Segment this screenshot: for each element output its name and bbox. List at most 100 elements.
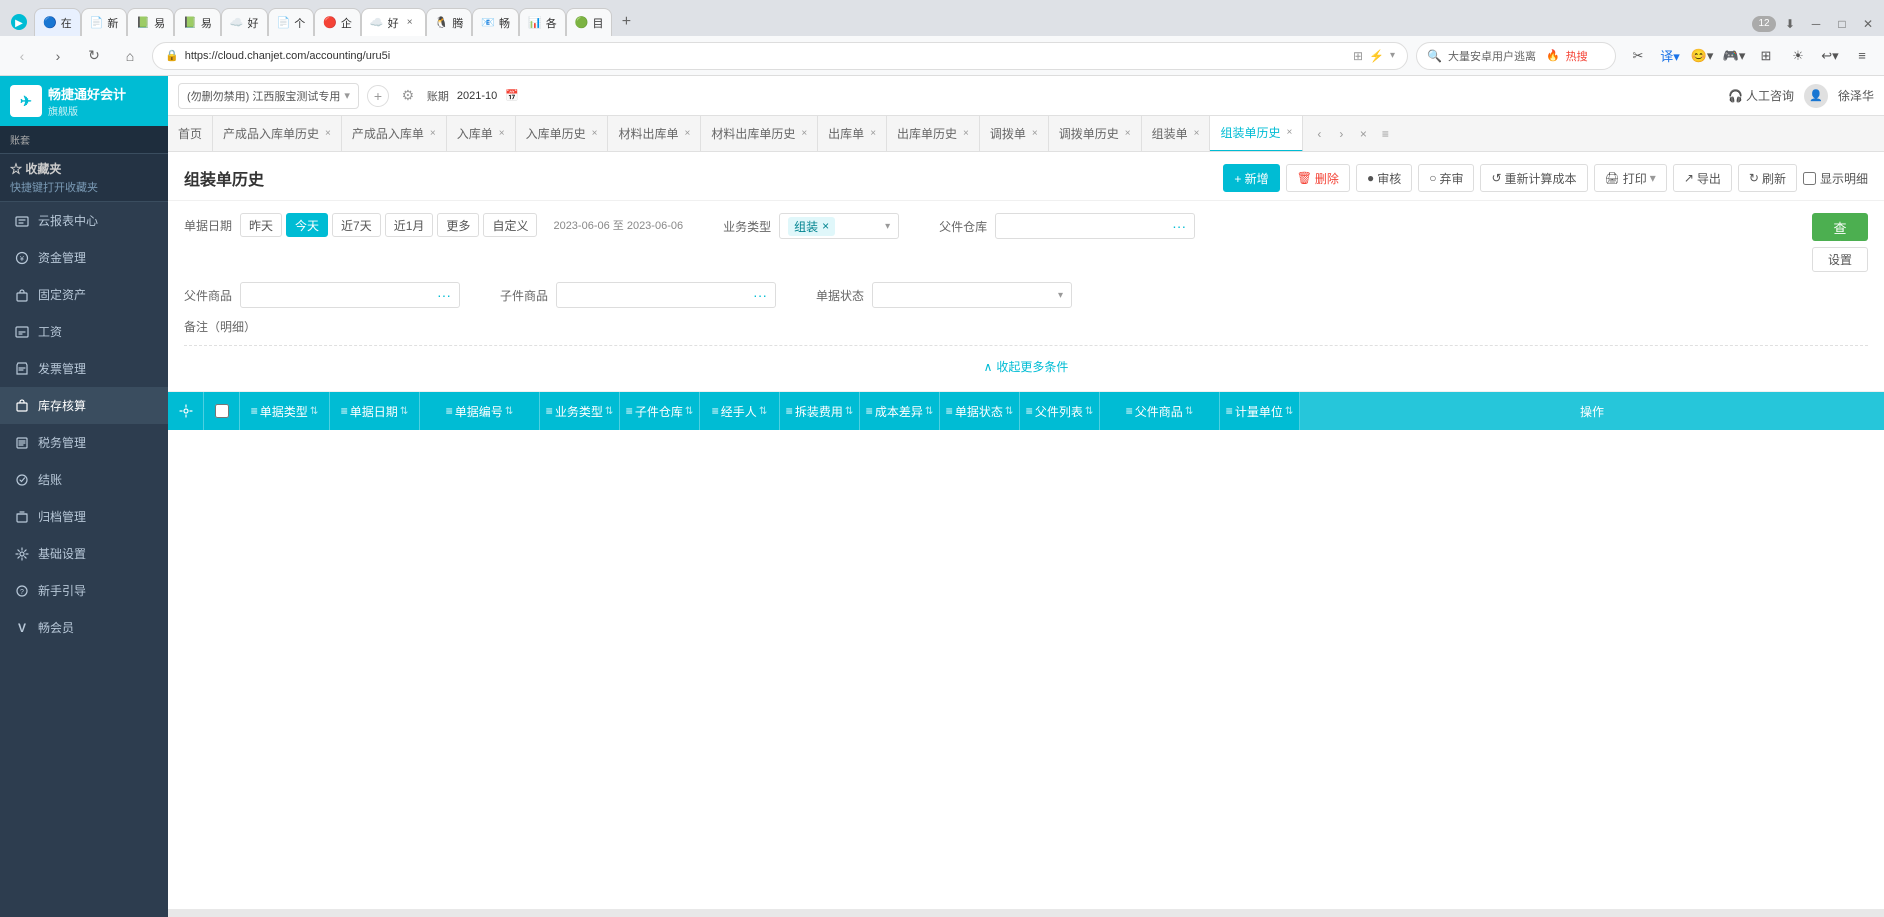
tab-close-mat-out[interactable]: ×: [684, 128, 690, 139]
sidebar-item-cloud-report[interactable]: 云报表中心: [0, 202, 168, 239]
translate-icon[interactable]: 译▾: [1656, 42, 1684, 70]
abandon-button[interactable]: ○ 弃审: [1418, 164, 1474, 192]
browser-tab-10[interactable]: 📧 畅: [472, 8, 519, 36]
biz-type-selector[interactable]: 组装 × ▾: [779, 213, 899, 239]
parent-goods-input[interactable]: ···: [240, 282, 460, 308]
reload-button[interactable]: ↻: [80, 42, 108, 70]
add-button[interactable]: + 新增: [1223, 164, 1279, 192]
recalc-button[interactable]: ↺ 重新计算成本: [1480, 164, 1587, 192]
tab-close-assembly-hist[interactable]: ×: [1125, 128, 1131, 139]
more-btn[interactable]: 更多: [437, 213, 479, 237]
th-order-date[interactable]: ≡ 单据日期 ⇅: [330, 392, 420, 430]
page-tab-assembly[interactable]: 调拨单 ×: [980, 116, 1049, 152]
sort-order-status[interactable]: ⇅: [1005, 406, 1013, 417]
biz-type-tag-close[interactable]: ×: [822, 219, 829, 233]
horizontal-scrollbar[interactable]: [168, 909, 1884, 917]
refresh-button[interactable]: ↻ 刷新: [1738, 164, 1797, 192]
tab-close-mat-out-hist[interactable]: ×: [801, 128, 807, 139]
th-biz-type[interactable]: ≡ 业务类型 ⇅: [540, 392, 620, 430]
sort-order-date[interactable]: ⇅: [400, 406, 408, 417]
tab-close-kit-hist[interactable]: ×: [1286, 127, 1292, 138]
downloads-icon[interactable]: ⬇: [1778, 12, 1802, 36]
export-button[interactable]: ↗ 导出: [1673, 164, 1732, 192]
menu-icon[interactable]: ≡: [1848, 42, 1876, 70]
add-company-btn[interactable]: +: [367, 85, 389, 107]
query-button[interactable]: 查询: [1812, 213, 1868, 241]
consult-btn[interactable]: 🎧 人工咨询: [1728, 87, 1794, 104]
sort-handler[interactable]: ⇅: [759, 406, 767, 417]
page-tab-in-hist[interactable]: 入库单历史 ×: [516, 116, 609, 152]
print-button[interactable]: 🖨 打印 ▾: [1594, 164, 1667, 192]
page-tab-out[interactable]: 出库单 ×: [818, 116, 887, 152]
period-selector[interactable]: 账期 2021-10 📅: [427, 88, 519, 104]
th-order-type[interactable]: ≡ 单据类型 ⇅: [240, 392, 330, 430]
settings-gear-icon[interactable]: ⚙: [397, 85, 419, 107]
collapse-button[interactable]: ∧ 收起更多条件: [184, 354, 1868, 379]
child-goods-dots[interactable]: ···: [753, 287, 767, 303]
grid-icon[interactable]: ⊞: [1752, 42, 1780, 70]
close-button[interactable]: ✕: [1856, 12, 1880, 36]
sort-order-type[interactable]: ⇅: [310, 406, 318, 417]
print-dropdown[interactable]: ▾: [1650, 171, 1656, 185]
page-tab-out-hist[interactable]: 出库单历史 ×: [887, 116, 980, 152]
th-order-no[interactable]: ≡ 单据编号 ⇅: [420, 392, 540, 430]
browser-tab-9[interactable]: 🐧 腾: [426, 8, 473, 36]
search-bar[interactable]: 🔍 大量安卓用户逃离 🔥 热搜: [1416, 42, 1616, 70]
minimize-button[interactable]: ─: [1804, 12, 1828, 36]
page-tab-kit-hist[interactable]: 组装单历史 ×: [1210, 116, 1303, 152]
filter-settings-btn[interactable]: 设置: [1812, 247, 1868, 272]
custom-btn[interactable]: 自定义: [483, 213, 537, 237]
tabs-prev-btn[interactable]: ‹: [1309, 124, 1329, 144]
tab-close-8[interactable]: ×: [403, 16, 417, 30]
sidebar-item-basic[interactable]: 基础设置: [0, 535, 168, 572]
page-tab-prod-in[interactable]: 产成品入库单 ×: [342, 116, 447, 152]
browser-tab-5[interactable]: ☁️ 好: [221, 8, 268, 36]
browser-tab-12[interactable]: 🟢 目: [566, 8, 613, 36]
parent-wh-dots[interactable]: ···: [1172, 218, 1186, 234]
tabs-close-btn[interactable]: ×: [1353, 124, 1373, 144]
child-goods-input[interactable]: ···: [556, 282, 776, 308]
sort-disassembly-fee[interactable]: ⇅: [845, 406, 853, 417]
browser-tab-3[interactable]: 📗 易: [127, 8, 174, 36]
th-order-status[interactable]: ≡ 单据状态 ⇅: [940, 392, 1020, 430]
th-parent-list[interactable]: ≡ 父件列表 ⇅: [1020, 392, 1100, 430]
back-button[interactable]: ‹: [8, 42, 36, 70]
sidebar-item-fixed-assets[interactable]: 固定资产: [0, 276, 168, 313]
browser-tab-7[interactable]: 🔴 企: [314, 8, 361, 36]
sidebar-item-inventory[interactable]: 库存核算: [0, 387, 168, 424]
sort-order-no[interactable]: ⇅: [505, 406, 513, 417]
page-tab-in-order[interactable]: 入库单 ×: [447, 116, 516, 152]
th-parent-goods[interactable]: ≡ 父件商品 ⇅: [1100, 392, 1220, 430]
th-child-wh[interactable]: ≡ 子件仓库 ⇅: [620, 392, 700, 430]
page-tab-kit[interactable]: 组装单 ×: [1142, 116, 1211, 152]
tab-close-prod-in-hist[interactable]: ×: [325, 128, 331, 139]
sort-unit[interactable]: ⇅: [1285, 406, 1293, 417]
parent-wh-selector[interactable]: ···: [995, 213, 1195, 239]
home-button[interactable]: ⌂: [116, 42, 144, 70]
browser-tab-8[interactable]: ☁️ 好 ×: [361, 8, 426, 36]
sidebar-item-guide[interactable]: ? 新手引导: [0, 572, 168, 609]
sidebar-item-tax[interactable]: 税务管理: [0, 424, 168, 461]
delete-button[interactable]: 🗑 删除: [1286, 164, 1350, 192]
emoji-icon[interactable]: 😊▾: [1688, 42, 1716, 70]
tab-close-in-order[interactable]: ×: [499, 128, 505, 139]
sort-parent-list[interactable]: ⇅: [1085, 406, 1093, 417]
forward-button[interactable]: ›: [44, 42, 72, 70]
sidebar-item-fund[interactable]: ¥ 资金管理: [0, 239, 168, 276]
order-status-select[interactable]: ▾: [872, 282, 1072, 308]
tab-close-in-hist[interactable]: ×: [592, 128, 598, 139]
th-settings[interactable]: [168, 392, 204, 430]
tab-close-out[interactable]: ×: [870, 128, 876, 139]
maximize-button[interactable]: □: [1830, 12, 1854, 36]
yesterday-btn[interactable]: 昨天: [240, 213, 282, 237]
page-tab-prod-in-hist[interactable]: 产成品入库单历史 ×: [213, 116, 342, 152]
browser-tab-6[interactable]: 📄 个: [268, 8, 315, 36]
games-icon[interactable]: 🎮▾: [1720, 42, 1748, 70]
tab-close-assembly[interactable]: ×: [1032, 128, 1038, 139]
sort-parent-goods[interactable]: ⇅: [1185, 406, 1193, 417]
week-btn[interactable]: 近7天: [332, 213, 381, 237]
th-cost-diff[interactable]: ≡ 成本差异 ⇅: [860, 392, 940, 430]
sidebar-item-archive[interactable]: 归档管理: [0, 498, 168, 535]
sort-biz-type[interactable]: ⇅: [605, 406, 613, 417]
new-tab-button[interactable]: +: [612, 8, 640, 36]
